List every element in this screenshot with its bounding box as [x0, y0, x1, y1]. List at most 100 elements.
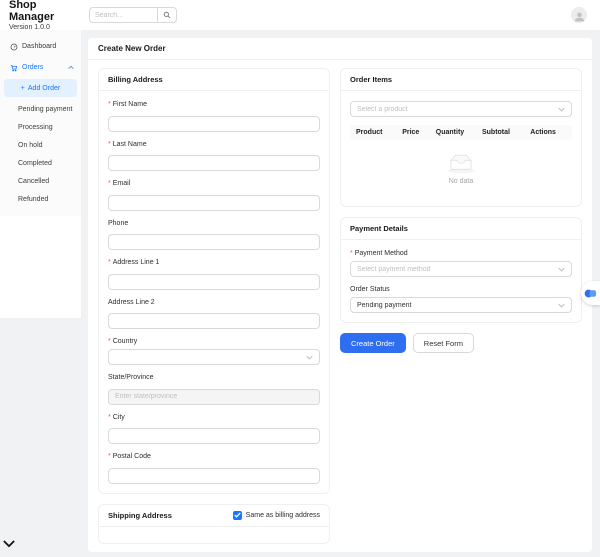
chevron-down-icon — [558, 303, 565, 308]
empty-text: No data — [448, 178, 474, 185]
column-header-actions: Actions — [530, 129, 556, 136]
field-label: State/Province — [108, 374, 154, 381]
create-order-panel: Create New Order Billing Address * First … — [88, 38, 592, 552]
field-country: * Country — [108, 338, 320, 365]
city-input[interactable] — [108, 428, 320, 444]
field-state-province: State/Province — [108, 374, 320, 405]
order-items-table-header: Product Price Quantity Subtotal Actions — [350, 125, 572, 140]
required-asterisk: * — [108, 338, 111, 345]
reset-form-button[interactable]: Reset Form — [412, 333, 474, 353]
field-label: Email — [112, 180, 131, 187]
sidebar-item-label: Refunded — [18, 195, 49, 203]
sidebar-item-refunded[interactable]: Refunded — [0, 190, 81, 208]
field-email: * Email — [108, 180, 320, 211]
app-title: Shop Manager — [9, 0, 55, 23]
sidebar-item-completed[interactable]: Completed — [0, 154, 81, 172]
sidebar-item-orders[interactable]: Orders — [0, 57, 81, 78]
sidebar-item-label: Orders — [22, 64, 44, 71]
field-label: Payment Method — [354, 250, 408, 257]
sidebar-item-label: Pending payment — [18, 105, 73, 113]
field-postal-code: * Postal Code — [108, 453, 320, 484]
required-asterisk: * — [108, 140, 111, 148]
sidebar-menu: Dashboard Orders + Add Order Pending pay… — [0, 30, 81, 216]
postal-code-input[interactable] — [108, 467, 320, 484]
column-header-product: Product — [356, 129, 383, 136]
sidebar-item-on-hold[interactable]: On hold — [0, 136, 81, 154]
sidebar-item-label: Dashboard — [22, 43, 57, 50]
column-header-price: Price — [402, 129, 420, 136]
field-label: Postal Code — [112, 453, 151, 460]
last-name-input[interactable] — [108, 155, 320, 171]
required-asterisk: * — [350, 250, 353, 257]
required-asterisk: * — [108, 259, 111, 266]
sidebar-item-cancelled[interactable]: Cancelled — [0, 172, 81, 190]
field-label: Last Name — [112, 140, 147, 148]
country-select[interactable] — [108, 349, 320, 365]
field-payment-method: * Payment Method Select payment method — [350, 250, 572, 277]
sidebar-item-pending-payment[interactable]: Pending payment — [0, 100, 81, 118]
field-label: Address Line 2 — [108, 298, 155, 306]
search-bar — [89, 7, 177, 23]
order-items-card: Order Items Select a product Product Pri… — [340, 68, 582, 207]
chevron-down-icon — [306, 355, 313, 360]
required-asterisk: * — [108, 180, 111, 187]
field-label: Order Status — [350, 286, 390, 293]
search-button[interactable] — [157, 7, 177, 23]
sidebar: Dashboard Orders + Add Order Pending pay… — [0, 30, 82, 318]
chevron-up-icon — [68, 65, 74, 70]
payment-details-card: Payment Details * Payment Method Select p… — [340, 217, 582, 323]
payment-details-header: Payment Details — [341, 218, 581, 240]
card-title: Billing Address — [108, 75, 163, 84]
product-select-placeholder: Select a product — [357, 105, 408, 113]
dashboard-icon — [10, 43, 18, 51]
page-title: Create New Order — [98, 44, 166, 53]
field-last-name: * Last Name — [108, 140, 320, 171]
sidebar-item-dashboard[interactable]: Dashboard — [0, 36, 81, 57]
checkbox-label: Same as billing address — [245, 511, 320, 519]
sidebar-item-processing[interactable]: Processing — [0, 118, 81, 136]
field-city: * City — [108, 413, 320, 444]
browser-extension-tab[interactable] — [581, 281, 600, 305]
sidebar-item-label: Completed — [18, 159, 52, 167]
page-title-bar: Create New Order — [88, 38, 592, 60]
shipping-address-card: Shipping Address Same as billing address — [98, 503, 330, 544]
field-label: Address Line 1 — [112, 259, 160, 266]
plus-icon: + — [20, 84, 25, 92]
scroll-down-chevron-icon[interactable] — [3, 535, 15, 553]
field-label: City — [112, 413, 125, 421]
extension-icon — [584, 288, 597, 299]
search-input[interactable] — [89, 7, 157, 23]
sidebar-item-label: Cancelled — [18, 177, 50, 185]
create-order-button[interactable]: Create Order — [340, 333, 406, 353]
card-title: Shipping Address — [108, 510, 172, 520]
address-line-1-input[interactable] — [108, 273, 320, 290]
state-province-input — [108, 388, 320, 405]
first-name-input[interactable] — [108, 115, 320, 132]
cart-icon — [10, 64, 18, 72]
required-asterisk: * — [108, 453, 111, 460]
field-address-line-2: Address Line 2 — [108, 298, 320, 329]
user-avatar[interactable] — [571, 7, 587, 23]
phone-input[interactable] — [108, 234, 320, 250]
email-input[interactable] — [108, 194, 320, 211]
same-as-billing-checkbox[interactable]: Same as billing address — [232, 510, 320, 520]
search-icon — [163, 11, 171, 19]
card-title: Payment Details — [350, 224, 408, 233]
payment-method-select[interactable]: Select payment method — [350, 261, 572, 277]
required-asterisk: * — [108, 413, 111, 421]
payment-method-placeholder: Select payment method — [357, 265, 431, 273]
field-order-status: Order Status Pending payment — [350, 286, 572, 313]
sidebar-item-label: Add Order — [27, 84, 61, 92]
order-status-select[interactable]: Pending payment — [350, 297, 572, 313]
sidebar-item-label: Processing — [18, 123, 53, 131]
chevron-down-icon — [558, 107, 565, 112]
brand: Shop Manager Version 1.0.0 — [0, 0, 83, 31]
billing-address-card: Billing Address * First Name * Last Name *… — [98, 68, 330, 494]
address-line-2-input[interactable] — [108, 313, 320, 329]
field-label: Phone — [108, 219, 129, 227]
product-select[interactable]: Select a product — [350, 101, 572, 117]
field-label: First Name — [112, 101, 147, 108]
field-address-line-1: * Address Line 1 — [108, 259, 320, 290]
empty-state: No data — [350, 140, 572, 197]
sidebar-item-add-order[interactable]: + Add Order — [4, 79, 77, 97]
